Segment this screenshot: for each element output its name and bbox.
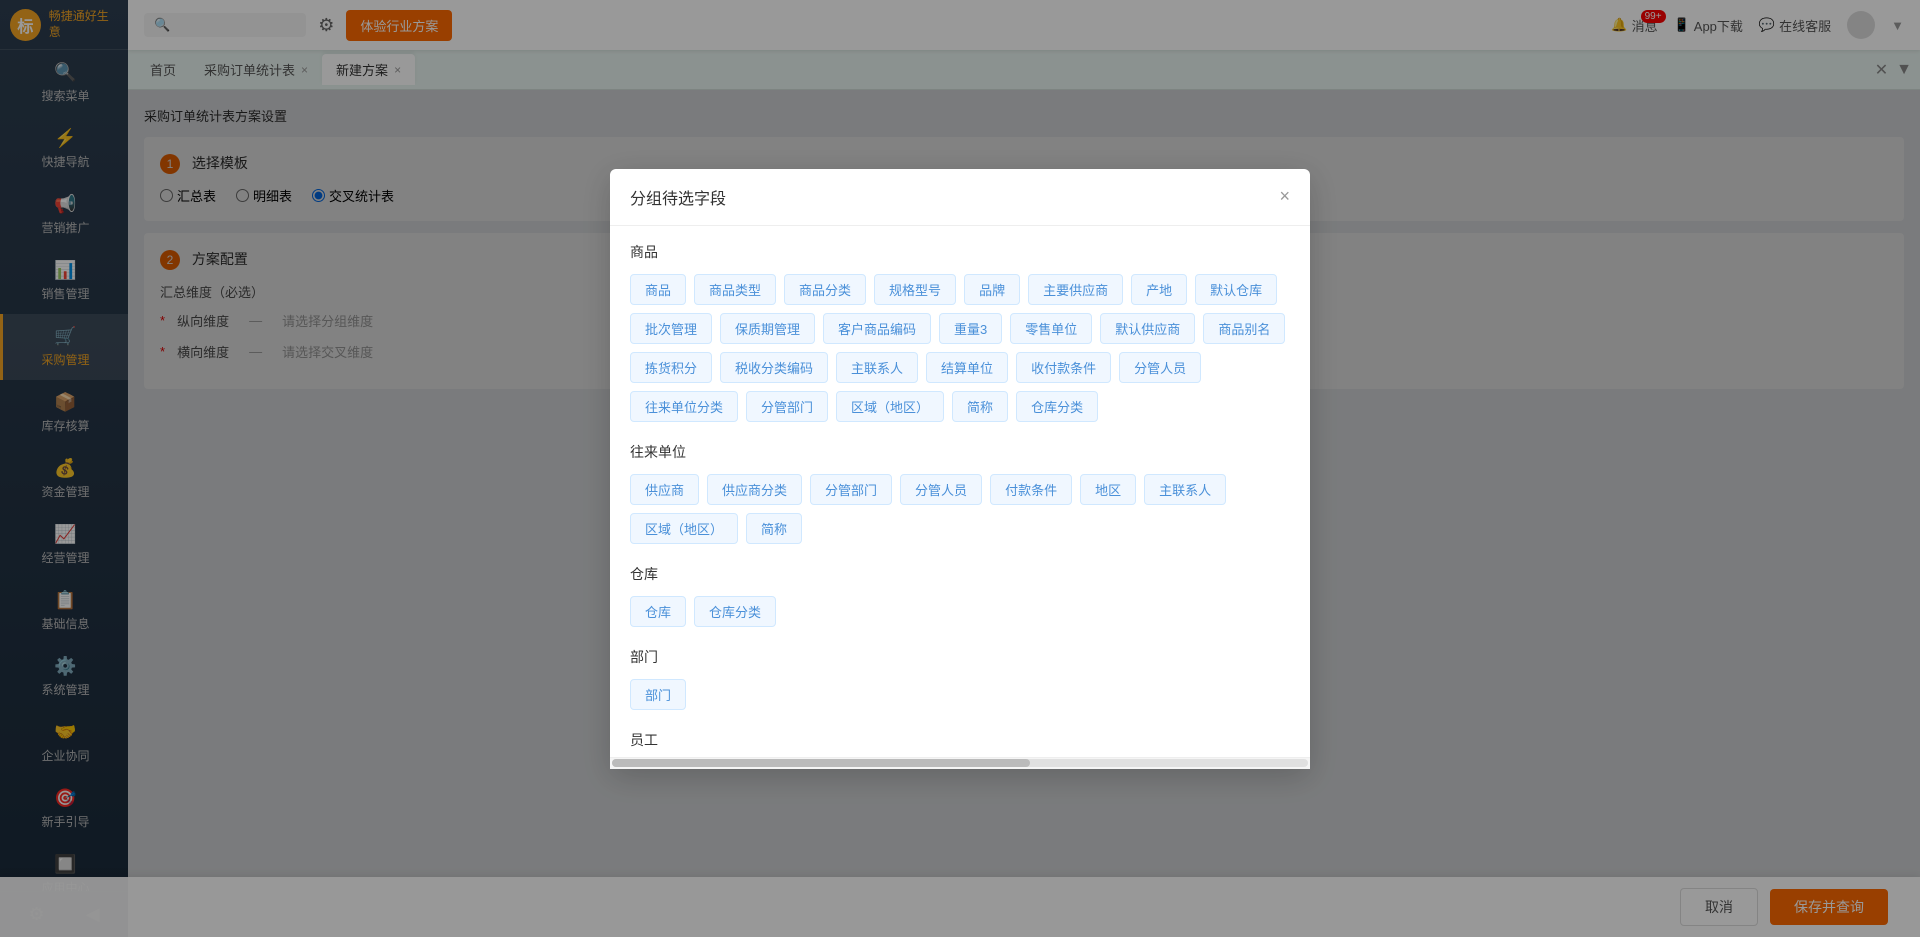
field-region[interactable]: 区域（地区） bbox=[836, 391, 944, 422]
field-region2[interactable]: 区域（地区） bbox=[630, 513, 738, 544]
h-scrollbar-track bbox=[612, 759, 1308, 767]
field-spec-type[interactable]: 规格型号 bbox=[874, 274, 956, 305]
field-payment-terms[interactable]: 收付款条件 bbox=[1016, 352, 1111, 383]
dept-group-title: 部门 bbox=[630, 647, 1290, 667]
modal-title: 分组待选字段 bbox=[630, 185, 726, 209]
field-default-supplier[interactable]: 默认供应商 bbox=[1100, 313, 1195, 344]
modal-close-btn[interactable]: × bbox=[1279, 186, 1290, 207]
field-customer-code[interactable]: 客户商品编码 bbox=[823, 313, 931, 344]
field-supplier[interactable]: 供应商 bbox=[630, 474, 699, 505]
field-abbr2[interactable]: 简称 bbox=[746, 513, 802, 544]
field-warehouse-cat[interactable]: 仓库分类 bbox=[694, 596, 776, 627]
field-group-department: 部门 部门 bbox=[630, 647, 1290, 710]
field-main-supplier[interactable]: 主要供应商 bbox=[1028, 274, 1123, 305]
field-batch-mgmt[interactable]: 批次管理 bbox=[630, 313, 712, 344]
field-quality-mgmt[interactable]: 保质期管理 bbox=[720, 313, 815, 344]
field-warehouse[interactable]: 仓库 bbox=[630, 596, 686, 627]
field-source-unit-cat[interactable]: 往来单位分类 bbox=[630, 391, 738, 422]
field-tax-category[interactable]: 税收分类编码 bbox=[720, 352, 828, 383]
counterparty-group-title: 往来单位 bbox=[630, 442, 1290, 462]
field-payment-condition[interactable]: 付款条件 bbox=[990, 474, 1072, 505]
h-scrollbar-thumb bbox=[612, 759, 1030, 767]
field-default-warehouse[interactable]: 默认仓库 bbox=[1195, 274, 1277, 305]
field-group-counterparty: 往来单位 供应商 供应商分类 分管部门 分管人员 付款条件 地区 主联系人 区域… bbox=[630, 442, 1290, 544]
field-supplier-category[interactable]: 供应商分类 bbox=[707, 474, 802, 505]
field-area[interactable]: 地区 bbox=[1080, 474, 1136, 505]
field-group-employee: 员工 业务员 bbox=[630, 730, 1290, 757]
field-contact-person[interactable]: 主联系人 bbox=[836, 352, 918, 383]
field-product-category[interactable]: 商品分类 bbox=[784, 274, 866, 305]
field-select-modal: 分组待选字段 × 商品 商品 商品类型 商品分类 规格型号 品牌 主要供应商 产… bbox=[610, 169, 1310, 769]
counterparty-fields: 供应商 供应商分类 分管部门 分管人员 付款条件 地区 主联系人 区域（地区） … bbox=[630, 474, 1290, 544]
modal-overlay: 分组待选字段 × 商品 商品 商品类型 商品分类 规格型号 品牌 主要供应商 产… bbox=[0, 0, 1920, 937]
field-warehouse-category[interactable]: 仓库分类 bbox=[1016, 391, 1098, 422]
modal-header: 分组待选字段 × bbox=[610, 169, 1310, 226]
employee-group-title: 员工 bbox=[630, 730, 1290, 750]
warehouse-group-title: 仓库 bbox=[630, 564, 1290, 584]
warehouse-fields: 仓库 仓库分类 bbox=[630, 596, 1290, 627]
field-abbreviation[interactable]: 简称 bbox=[952, 391, 1008, 422]
modal-body[interactable]: 商品 商品 商品类型 商品分类 规格型号 品牌 主要供应商 产地 默认仓库 批次… bbox=[610, 226, 1310, 757]
field-product[interactable]: 商品 bbox=[630, 274, 686, 305]
field-manager[interactable]: 分管人员 bbox=[1119, 352, 1201, 383]
field-main-contact[interactable]: 主联系人 bbox=[1144, 474, 1226, 505]
field-product-type[interactable]: 商品类型 bbox=[694, 274, 776, 305]
field-group-product: 商品 商品 商品类型 商品分类 规格型号 品牌 主要供应商 产地 默认仓库 批次… bbox=[630, 242, 1290, 422]
field-manage-dept[interactable]: 分管部门 bbox=[746, 391, 828, 422]
field-pick-points[interactable]: 拣货积分 bbox=[630, 352, 712, 383]
field-settlement-unit[interactable]: 结算单位 bbox=[926, 352, 1008, 383]
field-product-alias[interactable]: 商品别名 bbox=[1203, 313, 1285, 344]
field-weight3[interactable]: 重量3 bbox=[939, 313, 1002, 344]
field-group-warehouse: 仓库 仓库 仓库分类 bbox=[630, 564, 1290, 627]
field-retail-unit[interactable]: 零售单位 bbox=[1010, 313, 1092, 344]
field-brand[interactable]: 品牌 bbox=[964, 274, 1020, 305]
product-group-title: 商品 bbox=[630, 242, 1290, 262]
field-mgmt-person[interactable]: 分管人员 bbox=[900, 474, 982, 505]
product-fields: 商品 商品类型 商品分类 规格型号 品牌 主要供应商 产地 默认仓库 批次管理 … bbox=[630, 274, 1290, 422]
modal-h-scrollbar[interactable] bbox=[610, 757, 1310, 769]
field-dept[interactable]: 部门 bbox=[630, 679, 686, 710]
field-origin[interactable]: 产地 bbox=[1131, 274, 1187, 305]
field-mgmt-dept[interactable]: 分管部门 bbox=[810, 474, 892, 505]
dept-fields: 部门 bbox=[630, 679, 1290, 710]
